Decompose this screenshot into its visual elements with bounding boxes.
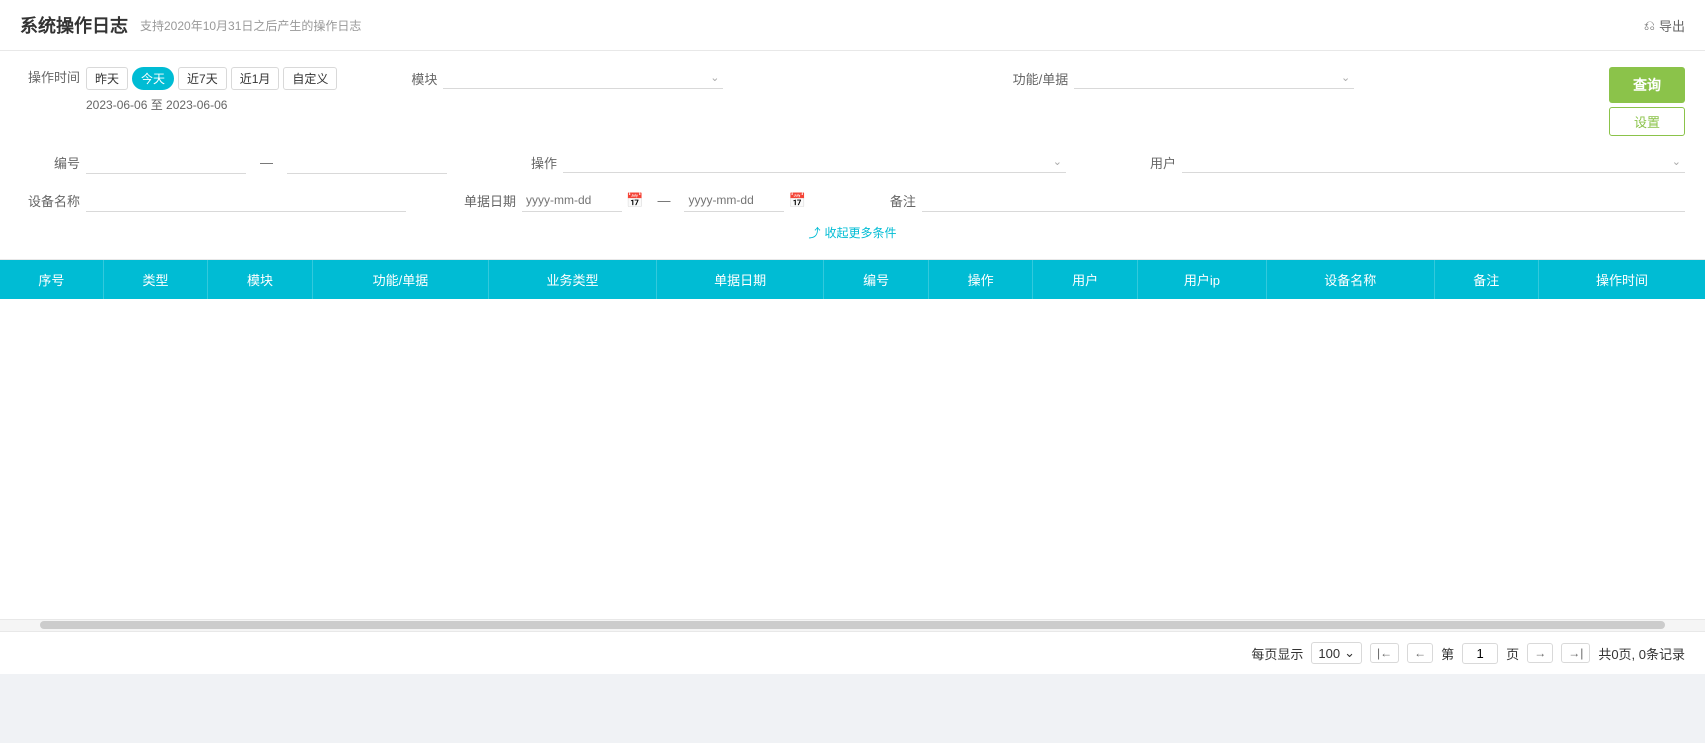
time-btn-custom[interactable]: 自定义	[283, 67, 337, 90]
func-select[interactable]: ⌄	[1074, 67, 1354, 89]
time-buttons: 昨天 今天 近7天 近1月 自定义	[86, 67, 337, 90]
remark-label: 备注	[856, 191, 916, 210]
module-select[interactable]: ⌄	[443, 67, 723, 89]
per-page-value: 100	[1318, 646, 1340, 661]
last-page-button[interactable]: →|	[1561, 643, 1590, 663]
no-input-to[interactable]	[287, 150, 447, 174]
date-from-input[interactable]	[522, 189, 622, 212]
module-label: 模块	[377, 69, 437, 88]
date-dash: —	[657, 193, 670, 208]
data-table: 序号 类型 模块 功能/单据 业务类型 单据日期 编号 操作 用户 用户ip 设…	[0, 260, 1705, 299]
module-chevron-icon: ⌄	[710, 71, 719, 84]
next-page-button[interactable]: →	[1527, 643, 1553, 663]
time-btn-1month[interactable]: 近1月	[231, 67, 280, 90]
doc-date-label: 单据日期	[456, 191, 516, 210]
col-module: 模块	[208, 260, 312, 299]
page-title: 系统操作日志	[20, 12, 128, 38]
col-seq: 序号	[0, 260, 103, 299]
time-btn-7days[interactable]: 近7天	[178, 67, 227, 90]
col-device: 设备名称	[1266, 260, 1434, 299]
user-chevron-icon: ⌄	[1672, 155, 1681, 168]
settings-button[interactable]: 设置	[1609, 107, 1685, 136]
prev-page-button[interactable]: ←	[1407, 643, 1433, 663]
page-subtitle: 支持2020年10月31日之后产生的操作日志	[140, 17, 361, 34]
scrollbar-area[interactable]	[0, 619, 1705, 631]
export-label: 导出	[1659, 16, 1685, 35]
table-header: 序号 类型 模块 功能/单据 业务类型 单据日期 编号 操作 用户 用户ip 设…	[0, 260, 1705, 299]
time-label: 操作时间	[20, 67, 80, 86]
col-no: 编号	[824, 260, 928, 299]
per-page-label: 每页显示	[1251, 644, 1303, 663]
col-user: 用户	[1033, 260, 1137, 299]
empty-area	[0, 299, 1705, 619]
collapse-button[interactable]: ⤴ 收起更多条件	[20, 218, 1685, 251]
col-op-time: 操作时间	[1539, 260, 1705, 299]
no-input-from[interactable]	[86, 150, 246, 174]
page-label: 第	[1441, 644, 1454, 663]
col-func: 功能/单据	[312, 260, 488, 299]
page-input[interactable]	[1462, 643, 1498, 664]
per-page-select[interactable]: 100 ⌄	[1311, 642, 1362, 664]
page-header: 系统操作日志 支持2020年10月31日之后产生的操作日志 ⎌ 导出	[0, 0, 1705, 51]
filter-panel: 操作时间 昨天 今天 近7天 近1月 自定义 2023-06-06 至 2023…	[0, 51, 1705, 260]
operation-select[interactable]: ⌄	[563, 151, 1066, 173]
func-label: 功能/单据	[998, 69, 1068, 88]
user-label: 用户	[1116, 153, 1176, 172]
func-chevron-icon: ⌄	[1341, 71, 1350, 84]
collapse-up-icon: ⤴	[808, 224, 820, 241]
device-input[interactable]	[86, 188, 406, 212]
calendar-to-icon[interactable]: 📅	[788, 192, 805, 209]
query-button[interactable]: 查询	[1609, 67, 1685, 103]
date-to-input[interactable]	[684, 189, 784, 212]
time-btn-today[interactable]: 今天	[132, 67, 174, 90]
operation-label: 操作	[497, 153, 557, 172]
operation-chevron-icon: ⌄	[1053, 155, 1062, 168]
col-biz-type: 业务类型	[489, 260, 657, 299]
no-label: 编号	[20, 153, 80, 172]
device-label: 设备名称	[20, 191, 80, 210]
date-to-wrapper: 📅	[684, 189, 805, 212]
col-operation: 操作	[928, 260, 1032, 299]
total-label: 共0页, 0条记录	[1598, 644, 1685, 663]
date-range-text: 2023-06-06 至 2023-06-06	[86, 96, 337, 113]
date-from-wrapper: 📅	[522, 189, 643, 212]
collapse-label: 收起更多条件	[825, 224, 897, 241]
scrollbar-track[interactable]	[40, 621, 1665, 629]
col-doc-date: 单据日期	[656, 260, 824, 299]
col-type: 类型	[103, 260, 207, 299]
pagination: 每页显示 100 ⌄ |← ← 第 页 → →| 共0页, 0条记录	[0, 631, 1705, 674]
calendar-from-icon[interactable]: 📅	[626, 192, 643, 209]
no-dash: —	[260, 155, 273, 170]
page-suffix: 页	[1506, 644, 1519, 663]
col-remark: 备注	[1434, 260, 1538, 299]
export-button[interactable]: ⎌ 导出	[1644, 16, 1685, 35]
table-container: 序号 类型 模块 功能/单据 业务类型 单据日期 编号 操作 用户 用户ip 设…	[0, 260, 1705, 619]
per-page-chevron-icon: ⌄	[1344, 645, 1355, 661]
time-btn-yesterday[interactable]: 昨天	[86, 67, 128, 90]
first-page-button[interactable]: |←	[1370, 643, 1399, 663]
remark-input[interactable]	[922, 188, 1685, 212]
col-user-ip: 用户ip	[1137, 260, 1266, 299]
export-icon: ⎌	[1644, 17, 1655, 34]
user-select[interactable]: ⌄	[1182, 151, 1685, 173]
